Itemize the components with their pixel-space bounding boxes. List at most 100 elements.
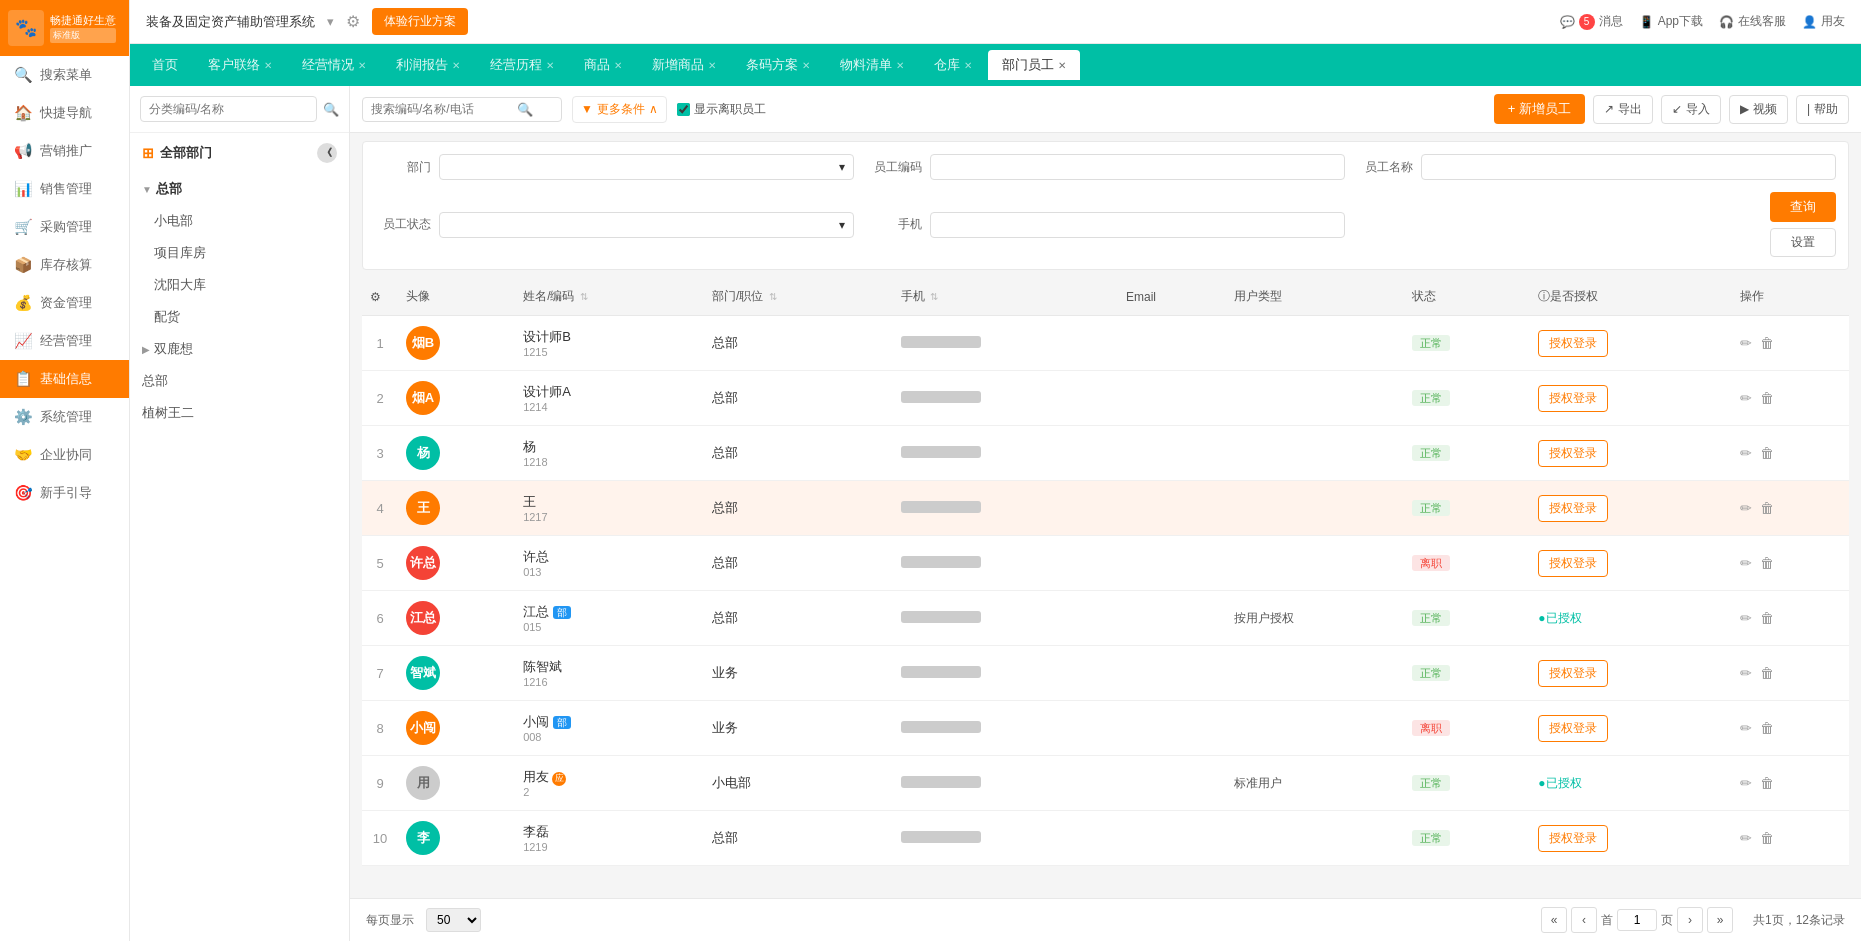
tab-profit[interactable]: 利润报告 ✕	[382, 50, 474, 80]
online-support-button[interactable]: 🎧 在线客服	[1719, 13, 1786, 30]
tab-close-employees[interactable]: ✕	[1058, 60, 1066, 71]
edit-icon[interactable]: ✏	[1740, 445, 1752, 461]
sidebar-item-purchase[interactable]: 🛒 采购管理	[0, 208, 129, 246]
delete-icon[interactable]: 🗑	[1760, 830, 1774, 846]
auth-button[interactable]: 授权登录	[1538, 495, 1608, 522]
page-input[interactable]	[1617, 909, 1657, 931]
tree-item-shenyang[interactable]: 沈阳大库	[130, 269, 349, 301]
edit-icon[interactable]: ✏	[1740, 720, 1752, 736]
name-input[interactable]	[1421, 154, 1836, 180]
auth-button[interactable]: 授权登录	[1538, 825, 1608, 852]
trial-button[interactable]: 体验行业方案	[372, 8, 468, 35]
delete-icon[interactable]: 🗑	[1760, 445, 1774, 461]
first-page-button[interactable]: «	[1541, 907, 1567, 933]
auth-button[interactable]: 授权登录	[1538, 330, 1608, 357]
tab-close-warehouse[interactable]: ✕	[964, 60, 972, 71]
delete-icon[interactable]: 🗑	[1760, 555, 1774, 571]
tree-item-small-elec[interactable]: 小电部	[130, 205, 349, 237]
edit-icon[interactable]: ✏	[1740, 500, 1752, 516]
per-page-select[interactable]: 50 100	[426, 908, 481, 932]
show-resigned-checkbox[interactable]: 显示离职员工	[677, 101, 766, 118]
search-input[interactable]	[371, 102, 511, 116]
edit-icon[interactable]: ✏	[1740, 555, 1752, 571]
tab-close-goods[interactable]: ✕	[614, 60, 622, 71]
app-download-button[interactable]: 📱 App下载	[1639, 13, 1703, 30]
sidebar-item-basic[interactable]: 📋 基础信息	[0, 360, 129, 398]
help-button[interactable]: | 帮助	[1796, 95, 1849, 124]
sidebar-item-guide[interactable]: 🎯 新手引导	[0, 474, 129, 512]
sidebar-item-nav[interactable]: 🏠 快捷导航	[0, 94, 129, 132]
sidebar-item-search[interactable]: 🔍 搜索菜单	[0, 56, 129, 94]
delete-icon[interactable]: 🗑	[1760, 610, 1774, 626]
last-page-button[interactable]: »	[1707, 907, 1733, 933]
delete-icon[interactable]: 🗑	[1760, 775, 1774, 791]
edit-icon[interactable]: ✏	[1740, 610, 1752, 626]
search-icon[interactable]: 🔍	[517, 102, 533, 117]
tab-close-profit[interactable]: ✕	[452, 60, 460, 71]
delete-icon[interactable]: 🗑	[1760, 665, 1774, 681]
edit-icon[interactable]: ✏	[1740, 830, 1752, 846]
view-button[interactable]: ▶ 视频	[1729, 95, 1788, 124]
auth-button[interactable]: 授权登录	[1538, 440, 1608, 467]
auth-button[interactable]: 授权登录	[1538, 385, 1608, 412]
tab-bom[interactable]: 物料清单 ✕	[826, 50, 918, 80]
phone-input[interactable]	[930, 212, 1345, 238]
tree-item-zhishu[interactable]: 植树王二	[130, 397, 349, 429]
sidebar-item-collab[interactable]: 🤝 企业协同	[0, 436, 129, 474]
edit-icon[interactable]: ✏	[1740, 335, 1752, 351]
tab-operations[interactable]: 经营情况 ✕	[288, 50, 380, 80]
sidebar-item-inventory[interactable]: 📦 库存核算	[0, 246, 129, 284]
tree-search-input[interactable]	[140, 96, 317, 122]
tab-goods[interactable]: 商品 ✕	[570, 50, 636, 80]
tree-item-distribution[interactable]: 配货	[130, 301, 349, 333]
delete-icon[interactable]: 🗑	[1760, 390, 1774, 406]
tree-all-label[interactable]: 全部部门	[160, 144, 212, 162]
next-page-button[interactable]: ›	[1677, 907, 1703, 933]
sidebar-item-system[interactable]: ⚙️ 系统管理	[0, 398, 129, 436]
tree-item-headquarters[interactable]: ▼总部	[130, 173, 349, 205]
tab-close-bom[interactable]: ✕	[896, 60, 904, 71]
tab-close-newgoods[interactable]: ✕	[708, 60, 716, 71]
search-button[interactable]: 查询	[1770, 192, 1836, 222]
tab-close-customer[interactable]: ✕	[264, 60, 272, 71]
tab-close-ops[interactable]: ✕	[358, 60, 366, 71]
sidebar-item-finance[interactable]: 💰 资金管理	[0, 284, 129, 322]
tab-employees[interactable]: 部门员工 ✕	[988, 50, 1080, 80]
sidebar-item-operations[interactable]: 📈 经营管理	[0, 322, 129, 360]
tree-item-project[interactable]: 项目库房	[130, 237, 349, 269]
import-button[interactable]: ↙ 导入	[1661, 95, 1721, 124]
tab-close-barcode[interactable]: ✕	[802, 60, 810, 71]
code-input[interactable]	[930, 154, 1345, 180]
tab-close-history[interactable]: ✕	[546, 60, 554, 71]
dropdown-arrow-icon[interactable]: ▾	[327, 14, 334, 29]
status-select[interactable]: ▾	[439, 212, 854, 238]
auth-button[interactable]: 授权登录	[1538, 550, 1608, 577]
set-button[interactable]: 设置	[1770, 228, 1836, 257]
collapse-button[interactable]: 《	[317, 143, 337, 163]
tab-barcode[interactable]: 条码方案 ✕	[732, 50, 824, 80]
prev-page-button[interactable]: ‹	[1571, 907, 1597, 933]
delete-icon[interactable]: 🗑	[1760, 335, 1774, 351]
resigned-checkbox-input[interactable]	[677, 103, 690, 116]
user-menu[interactable]: 👤 用友	[1802, 13, 1845, 30]
tree-item-shuanglu[interactable]: ▶双鹿想	[130, 333, 349, 365]
tree-item-hq[interactable]: 总部	[130, 365, 349, 397]
tab-history[interactable]: 经营历程 ✕	[476, 50, 568, 80]
auth-button[interactable]: 授权登录	[1538, 715, 1608, 742]
tab-home[interactable]: 首页	[138, 50, 192, 80]
dept-select[interactable]: ▾	[439, 154, 854, 180]
export-button[interactable]: ↗ 导出	[1593, 95, 1653, 124]
auth-button[interactable]: 授权登录	[1538, 660, 1608, 687]
sidebar-item-marketing[interactable]: 📢 营销推广	[0, 132, 129, 170]
tab-new-goods[interactable]: 新增商品 ✕	[638, 50, 730, 80]
more-filter-button[interactable]: ▼ 更多条件 ∧	[572, 96, 667, 123]
tab-warehouse[interactable]: 仓库 ✕	[920, 50, 986, 80]
th-gear[interactable]: ⚙	[362, 278, 398, 316]
tree-search-icon[interactable]: 🔍	[323, 102, 339, 117]
add-employee-button[interactable]: + 新增员工	[1494, 94, 1585, 124]
sidebar-item-sales[interactable]: 📊 销售管理	[0, 170, 129, 208]
delete-icon[interactable]: 🗑	[1760, 500, 1774, 516]
message-button[interactable]: 💬 5 消息	[1560, 13, 1623, 30]
tab-customer[interactable]: 客户联络 ✕	[194, 50, 286, 80]
gear-icon[interactable]: ⚙	[346, 12, 360, 31]
